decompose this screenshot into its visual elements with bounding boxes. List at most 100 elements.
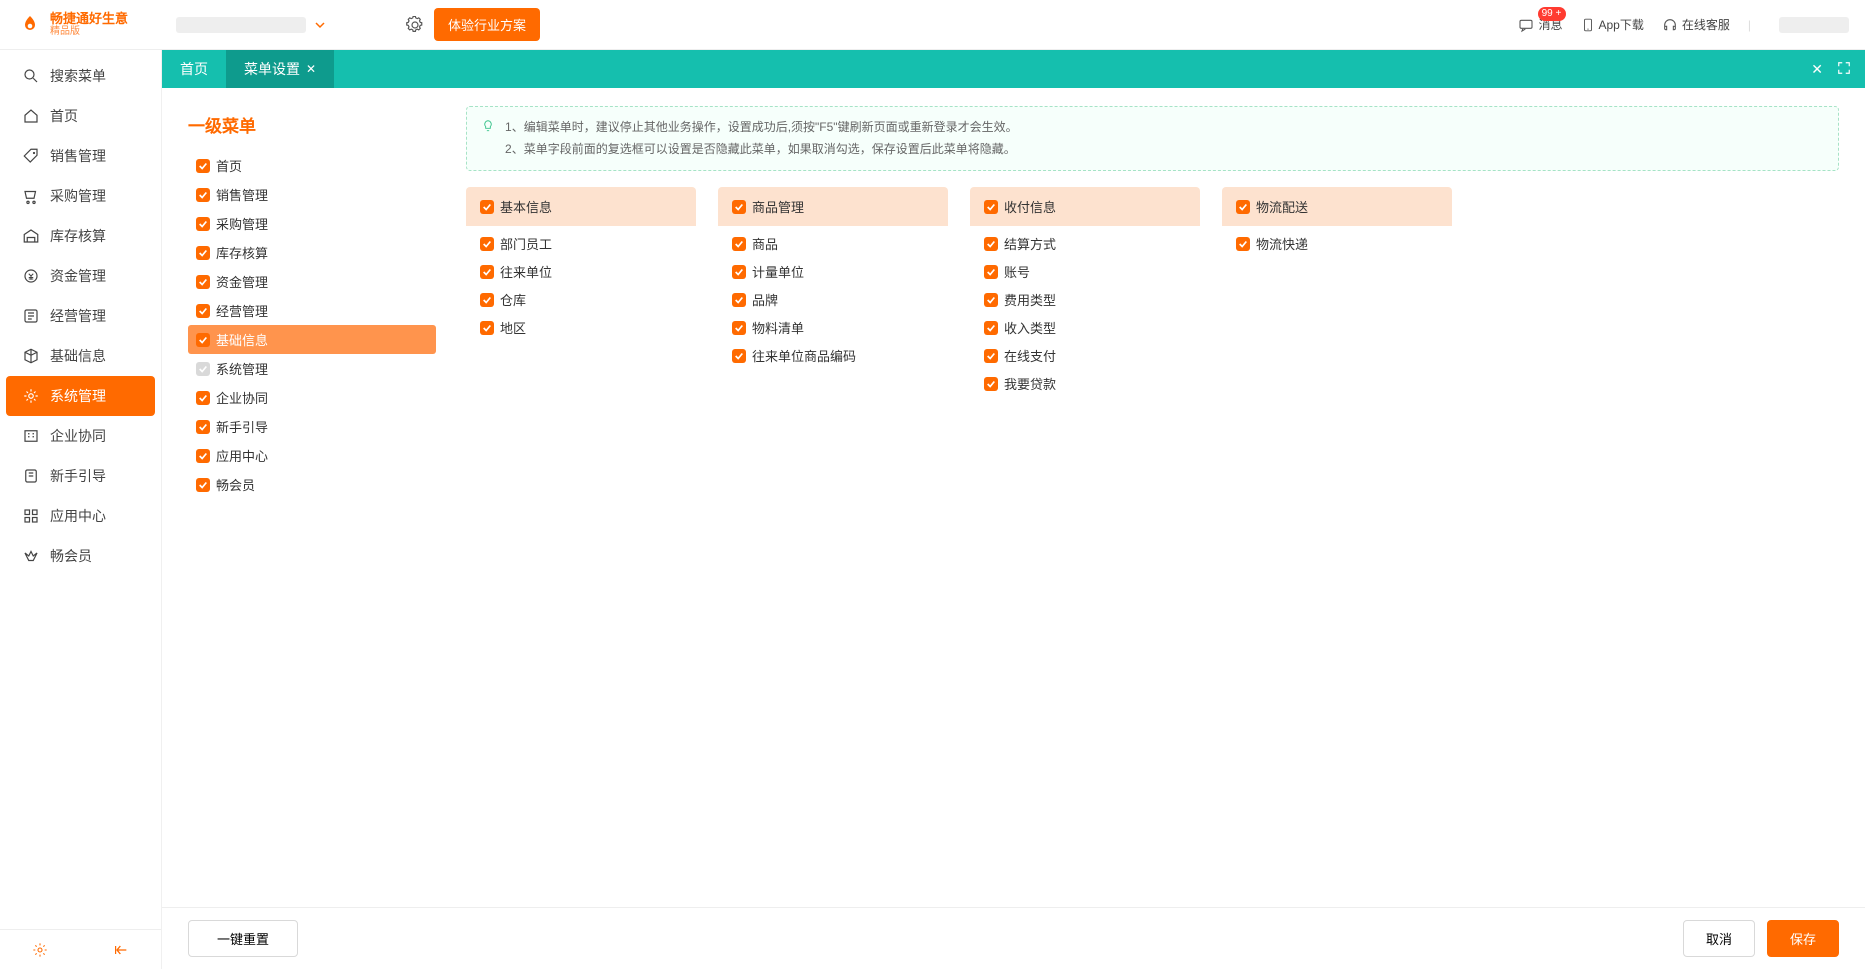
- card-header[interactable]: 基本信息: [466, 187, 696, 226]
- app-label: App下载: [1599, 16, 1644, 33]
- checkbox-icon[interactable]: [196, 159, 210, 173]
- close-icon[interactable]: ✕: [306, 62, 316, 76]
- sidebar-item-8[interactable]: 系统管理: [6, 376, 155, 416]
- checkbox-icon[interactable]: [732, 349, 746, 363]
- checkbox-icon[interactable]: [196, 246, 210, 260]
- fullscreen-icon[interactable]: [1837, 61, 1851, 78]
- checkbox-icon[interactable]: [480, 200, 494, 214]
- checkbox-icon[interactable]: [196, 420, 210, 434]
- card-item-label: 仓库: [500, 290, 526, 309]
- support-link[interactable]: 在线客服: [1662, 16, 1730, 33]
- sidebar-item-3[interactable]: 采购管理: [0, 176, 161, 216]
- messages-link[interactable]: 消息 99 +: [1518, 16, 1562, 33]
- card-item-2[interactable]: 仓库: [480, 290, 682, 309]
- checkbox-icon[interactable]: [196, 478, 210, 492]
- checkbox-icon[interactable]: [480, 321, 494, 335]
- checkbox-icon[interactable]: [984, 237, 998, 251]
- sidebar-item-12[interactable]: 畅会员: [0, 536, 161, 576]
- card-item-3[interactable]: 收入类型: [984, 318, 1186, 337]
- checkbox-icon[interactable]: [196, 217, 210, 231]
- tab-0[interactable]: 首页: [162, 50, 226, 88]
- sidebar-item-2[interactable]: 销售管理: [0, 136, 161, 176]
- card-item-0[interactable]: 商品: [732, 234, 934, 253]
- checkbox-icon[interactable]: [984, 377, 998, 391]
- card-item-4[interactable]: 往来单位商品编码: [732, 346, 934, 365]
- checkbox-icon[interactable]: [480, 265, 494, 279]
- checkbox-icon[interactable]: [984, 265, 998, 279]
- user-placeholder[interactable]: [1779, 17, 1849, 33]
- card-item-5[interactable]: 我要贷款: [984, 374, 1186, 393]
- first-menu-item-6[interactable]: 基础信息: [188, 325, 436, 354]
- sidebar-item-0[interactable]: 搜索菜单: [0, 56, 161, 96]
- sidebar-item-5[interactable]: 资金管理: [0, 256, 161, 296]
- card-header[interactable]: 收付信息: [970, 187, 1200, 226]
- first-menu-item-5[interactable]: 经营管理: [188, 296, 436, 325]
- first-menu-item-7[interactable]: 系统管理: [188, 354, 436, 383]
- first-menu-item-10[interactable]: 应用中心: [188, 441, 436, 470]
- sidebar-item-1[interactable]: 首页: [0, 96, 161, 136]
- checkbox-icon[interactable]: [196, 391, 210, 405]
- card-item-3[interactable]: 地区: [480, 318, 682, 337]
- settings-icon[interactable]: [32, 942, 48, 958]
- checkbox-icon[interactable]: [480, 293, 494, 307]
- checkbox-icon[interactable]: [196, 333, 210, 347]
- card-item-2[interactable]: 费用类型: [984, 290, 1186, 309]
- shop-selector[interactable]: [176, 17, 396, 33]
- sidebar-item-11[interactable]: 应用中心: [0, 496, 161, 536]
- card-item-1[interactable]: 计量单位: [732, 262, 934, 281]
- card-item-3[interactable]: 物料清单: [732, 318, 934, 337]
- card-item-4[interactable]: 在线支付: [984, 346, 1186, 365]
- first-menu-item-3[interactable]: 库存核算: [188, 238, 436, 267]
- first-menu-item-4[interactable]: 资金管理: [188, 267, 436, 296]
- first-menu-item-9[interactable]: 新手引导: [188, 412, 436, 441]
- sidebar-item-4[interactable]: 库存核算: [0, 216, 161, 256]
- first-menu-item-0[interactable]: 首页: [188, 151, 436, 180]
- card-item-2[interactable]: 品牌: [732, 290, 934, 309]
- checkbox-icon[interactable]: [196, 362, 210, 376]
- card-item-0[interactable]: 物流快递: [1236, 234, 1438, 253]
- card-title: 收付信息: [1004, 197, 1056, 216]
- checkbox-icon[interactable]: [984, 200, 998, 214]
- card-item-0[interactable]: 结算方式: [984, 234, 1186, 253]
- checkbox-icon[interactable]: [196, 275, 210, 289]
- checkbox-icon[interactable]: [732, 265, 746, 279]
- try-industry-button[interactable]: 体验行业方案: [434, 8, 540, 41]
- card-item-1[interactable]: 往来单位: [480, 262, 682, 281]
- sidebar-item-10[interactable]: 新手引导: [0, 456, 161, 496]
- first-menu-item-11[interactable]: 畅会员: [188, 470, 436, 499]
- card-header[interactable]: 物流配送: [1222, 187, 1452, 226]
- first-menu-item-2[interactable]: 采购管理: [188, 209, 436, 238]
- app-download-link[interactable]: App下载: [1581, 16, 1644, 33]
- checkbox-icon[interactable]: [732, 237, 746, 251]
- first-menu-item-1[interactable]: 销售管理: [188, 180, 436, 209]
- checkbox-icon[interactable]: [480, 237, 494, 251]
- sidebar-item-9[interactable]: 企业协同: [0, 416, 161, 456]
- checkbox-icon[interactable]: [1236, 200, 1250, 214]
- sidebar-item-7[interactable]: 基础信息: [0, 336, 161, 376]
- tab-1[interactable]: 菜单设置✕: [226, 50, 334, 88]
- reset-button[interactable]: 一键重置: [188, 920, 298, 957]
- card-item-0[interactable]: 部门员工: [480, 234, 682, 253]
- checkbox-icon[interactable]: [984, 321, 998, 335]
- sidebar-item-6[interactable]: 经营管理: [0, 296, 161, 336]
- collapse-icon[interactable]: [113, 942, 129, 958]
- checkbox-icon[interactable]: [196, 188, 210, 202]
- close-all-icon[interactable]: ✕: [1811, 61, 1823, 78]
- checkbox-icon[interactable]: [1236, 237, 1250, 251]
- cancel-button[interactable]: 取消: [1683, 920, 1755, 957]
- checkbox-icon[interactable]: [984, 293, 998, 307]
- card-header[interactable]: 商品管理: [718, 187, 948, 226]
- checkbox-icon[interactable]: [984, 349, 998, 363]
- checkbox-icon[interactable]: [732, 321, 746, 335]
- card-item-1[interactable]: 账号: [984, 262, 1186, 281]
- save-button[interactable]: 保存: [1767, 920, 1839, 957]
- first-menu-label: 畅会员: [216, 475, 255, 494]
- checkbox-icon[interactable]: [196, 449, 210, 463]
- checkbox-icon[interactable]: [196, 304, 210, 318]
- checkbox-icon[interactable]: [732, 200, 746, 214]
- search-icon: [22, 67, 40, 85]
- gear-icon[interactable]: [406, 16, 424, 34]
- first-menu-item-8[interactable]: 企业协同: [188, 383, 436, 412]
- header: 畅捷通好生意 精品版 体验行业方案 消息 99 + App下载 在线客: [0, 0, 1865, 50]
- checkbox-icon[interactable]: [732, 293, 746, 307]
